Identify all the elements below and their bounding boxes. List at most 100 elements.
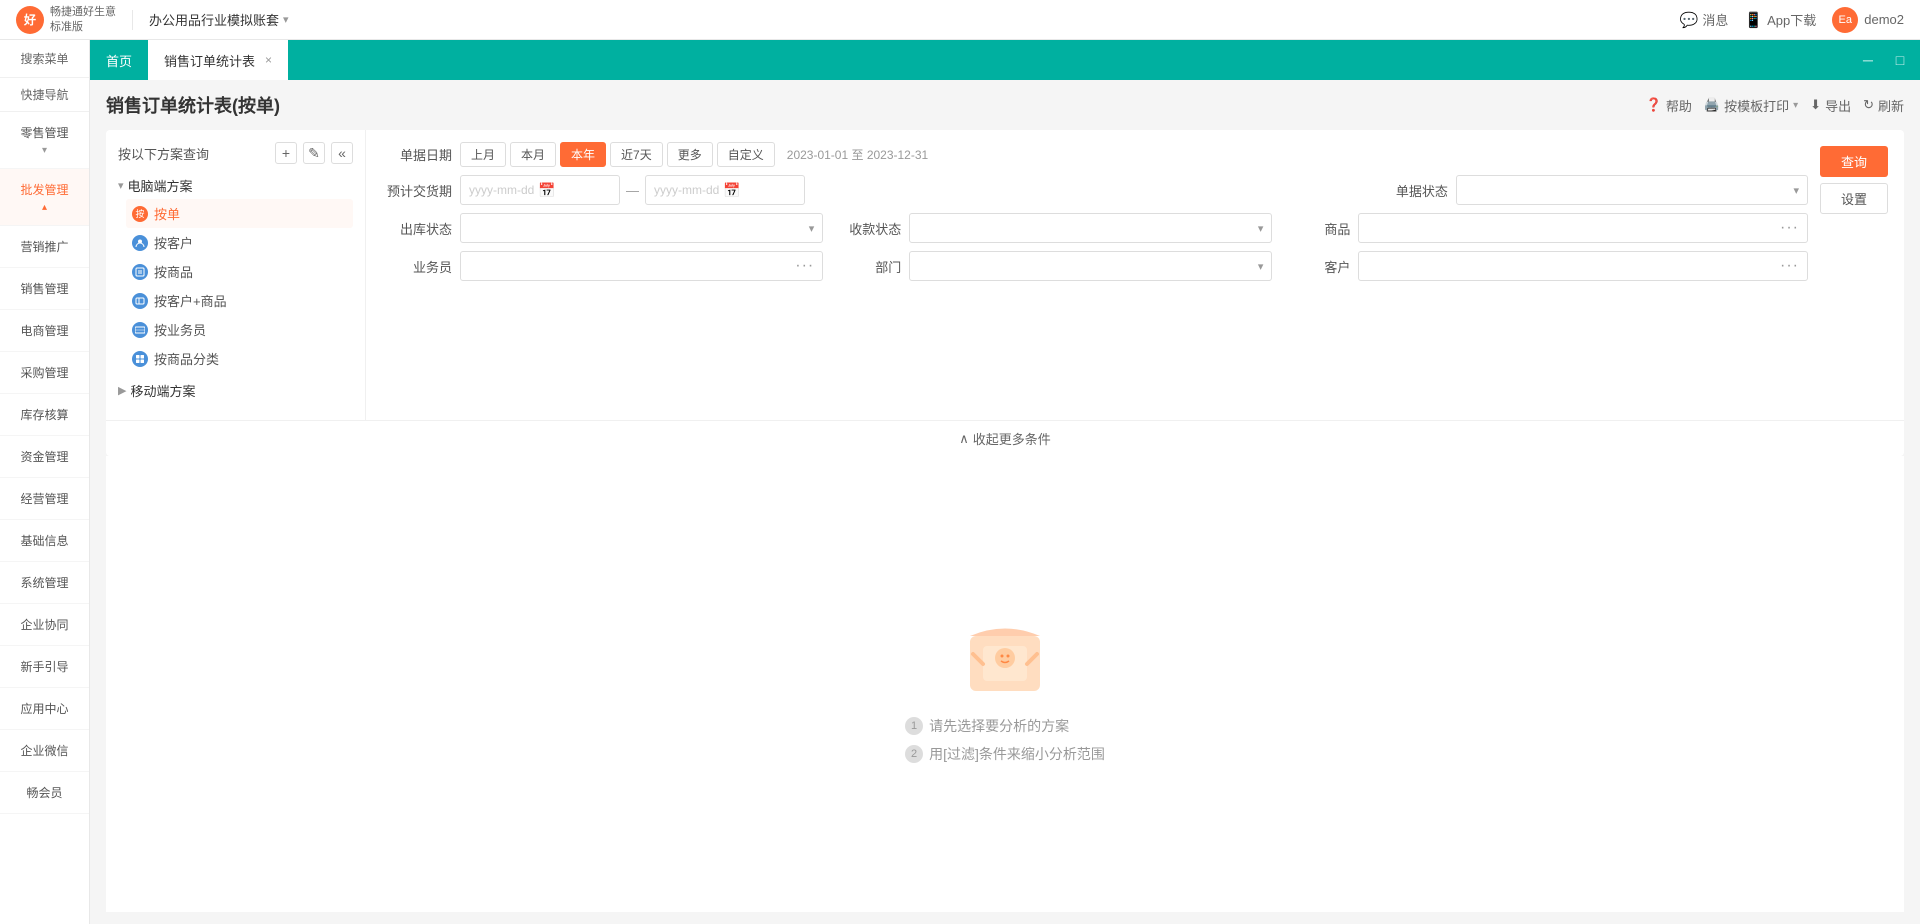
- tab-home[interactable]: 首页: [90, 40, 148, 80]
- query-button[interactable]: 查询: [1820, 146, 1888, 177]
- sidebar-item-purchase[interactable]: 采购管理: [0, 352, 89, 394]
- scheme-item-by-category[interactable]: 按商品分类: [126, 344, 353, 373]
- empty-hints: 1 请先选择要分析的方案 2 用[过滤]条件来缩小分析范围: [905, 716, 1105, 772]
- filter-right: 单据日期 上月 本月 本年 近7天 更多 自定义: [366, 130, 1904, 420]
- scheme-pc-section-header[interactable]: ▾ 电脑端方案: [118, 172, 353, 199]
- collapse-button[interactable]: ∧ 收起更多条件: [959, 429, 1051, 448]
- expected-date-label: 预计交货期: [382, 181, 452, 200]
- sidebar-item-sales[interactable]: 销售管理: [0, 268, 89, 310]
- sidebar-item-wholesale[interactable]: 批发管理 ▴: [0, 169, 89, 226]
- sidebar-item-member[interactable]: 畅会员: [0, 772, 89, 814]
- date-btn-custom[interactable]: 自定义: [717, 142, 775, 167]
- sidebar-item-inventory[interactable]: 库存核算: [0, 394, 89, 436]
- scheme-panel-header: 按以下方案查询 + ✎ «: [118, 142, 353, 164]
- scheme-mobile-section-header[interactable]: ▶ 移动端方案: [118, 377, 353, 404]
- export-button[interactable]: ⬇ 导出: [1810, 96, 1851, 115]
- help-icon: ❓: [1646, 97, 1662, 113]
- refresh-button[interactable]: ↻ 刷新: [1863, 96, 1904, 115]
- scheme-add-button[interactable]: +: [275, 142, 297, 164]
- customer-dots-icon: ···: [1780, 257, 1799, 275]
- sidebar-item-enterprise[interactable]: 企业协同: [0, 604, 89, 646]
- logo-text: 畅捷通好生意 标准版: [50, 5, 116, 34]
- scheme-edit-button[interactable]: ✎: [303, 142, 325, 164]
- marketing-label: 营销推广: [20, 238, 68, 255]
- wholesale-label: 批发管理: [20, 181, 68, 198]
- date-btn-group: 上月 本月 本年 近7天 更多 自定义: [460, 142, 775, 167]
- app-download-button[interactable]: 📱 App下载: [1744, 10, 1816, 29]
- message-icon: 💬: [1680, 11, 1699, 29]
- wholesale-arrow: ▴: [42, 202, 47, 213]
- topbar-title[interactable]: 办公用品行业模拟账套 ▾: [149, 10, 289, 29]
- sales-label: 销售管理: [20, 280, 68, 297]
- tab-minimize-button[interactable]: ─: [1856, 48, 1880, 72]
- tab-sales-stat[interactable]: 销售订单统计表 ×: [148, 40, 288, 80]
- sidebar-item-appcenter[interactable]: 应用中心: [0, 688, 89, 730]
- scheme-pc-section: ▾ 电脑端方案 按 按单: [118, 172, 353, 373]
- mobile-section-arrow: ▶: [118, 384, 126, 397]
- purchase-label: 采购管理: [20, 364, 68, 381]
- scheme-item-by-product[interactable]: 按商品: [126, 257, 353, 286]
- payment-arrow-icon: ▾: [1258, 222, 1264, 235]
- scheme-item-by-salesman[interactable]: 按业务员: [126, 315, 353, 344]
- help-button[interactable]: ❓ 帮助: [1646, 96, 1692, 115]
- customer-label: 客户: [1280, 257, 1350, 276]
- sidebar-item-basic[interactable]: 基础信息: [0, 520, 89, 562]
- message-button[interactable]: 💬 消息: [1680, 10, 1729, 29]
- collapse-bar: ∧ 收起更多条件: [106, 420, 1904, 456]
- sidebar-item-marketing[interactable]: 营销推广: [0, 226, 89, 268]
- sidebar-quick-nav[interactable]: 快捷导航: [0, 78, 89, 112]
- date-filter-row: 单据日期 上月 本月 本年 近7天 更多 自定义: [382, 142, 1808, 167]
- payment-select[interactable]: ▾: [909, 213, 1272, 243]
- status-select[interactable]: ▾: [1456, 175, 1808, 205]
- date-btn-more[interactable]: 更多: [667, 142, 713, 167]
- expected-date-end[interactable]: yyyy-mm-dd 📅: [645, 175, 805, 205]
- print-button[interactable]: 🖨️ 按模板打印 ▾: [1704, 96, 1798, 115]
- salesman-select[interactable]: ···: [460, 251, 823, 281]
- sidebar-item-finance[interactable]: 资金管理: [0, 436, 89, 478]
- delivery-arrow-icon: ▾: [809, 222, 815, 235]
- inventory-label: 库存核算: [20, 406, 68, 423]
- print-arrow-icon: ▾: [1793, 100, 1798, 111]
- settings-button[interactable]: 设置: [1820, 183, 1888, 214]
- calendar-end-icon: 📅: [723, 182, 740, 199]
- tab-maximize-button[interactable]: □: [1888, 48, 1912, 72]
- scheme-item-by-cust-prod[interactable]: 按客户+商品: [126, 286, 353, 315]
- wechat-label: 企业微信: [20, 742, 68, 759]
- delivery-select[interactable]: ▾: [460, 213, 823, 243]
- customer-select[interactable]: ···: [1358, 251, 1808, 281]
- scheme-list: 按 按单 按客户: [118, 199, 353, 373]
- dept-select[interactable]: ▾: [909, 251, 1272, 281]
- tab-spacer: [288, 40, 1848, 80]
- scheme-mobile-section: ▶ 移动端方案: [118, 377, 353, 404]
- salesman-dept-row: 业务员 ··· 部门 ▾: [382, 251, 1808, 281]
- date-btn-this-year[interactable]: 本年: [560, 142, 606, 167]
- tab-close-button[interactable]: ×: [265, 53, 272, 67]
- user-menu[interactable]: Ea demo2: [1832, 7, 1904, 33]
- sidebar-item-system[interactable]: 系统管理: [0, 562, 89, 604]
- newbie-label: 新手引导: [20, 658, 68, 675]
- by-customer-icon: [132, 235, 148, 251]
- filter-container: 按以下方案查询 + ✎ « ▾: [106, 130, 1904, 456]
- date-btn-last-month[interactable]: 上月: [460, 142, 506, 167]
- main-layout: 搜索菜单 快捷导航 零售管理 ▾ 批发管理 ▴ 营销推广 销售管理 电商管理 采…: [0, 40, 1920, 924]
- scheme-item-by-order[interactable]: 按 按单: [126, 199, 353, 228]
- by-category-icon: [132, 351, 148, 367]
- scheme-item-by-customer[interactable]: 按客户: [126, 228, 353, 257]
- pc-section-arrow: ▾: [118, 179, 124, 192]
- sidebar-search[interactable]: 搜索菜单: [0, 40, 89, 78]
- sidebar-item-ecommerce[interactable]: 电商管理: [0, 310, 89, 352]
- scheme-collapse-button[interactable]: «: [331, 142, 353, 164]
- sidebar-item-retail[interactable]: 零售管理 ▾: [0, 112, 89, 169]
- sidebar-item-newbie[interactable]: 新手引导: [0, 646, 89, 688]
- page-title: 销售订单统计表(按单): [106, 92, 280, 118]
- by-cust-prod-icon: [132, 293, 148, 309]
- scheme-panel-icons: + ✎ «: [275, 142, 353, 164]
- expected-date-start[interactable]: yyyy-mm-dd 📅: [460, 175, 620, 205]
- product-select[interactable]: ···: [1358, 213, 1808, 243]
- tab-controls: ─ □: [1848, 40, 1920, 80]
- hint-num-1: 1: [905, 717, 923, 735]
- date-btn-last-7days[interactable]: 近7天: [610, 142, 663, 167]
- date-btn-this-month[interactable]: 本月: [510, 142, 556, 167]
- sidebar-item-operations[interactable]: 经营管理: [0, 478, 89, 520]
- sidebar-item-wechat[interactable]: 企业微信: [0, 730, 89, 772]
